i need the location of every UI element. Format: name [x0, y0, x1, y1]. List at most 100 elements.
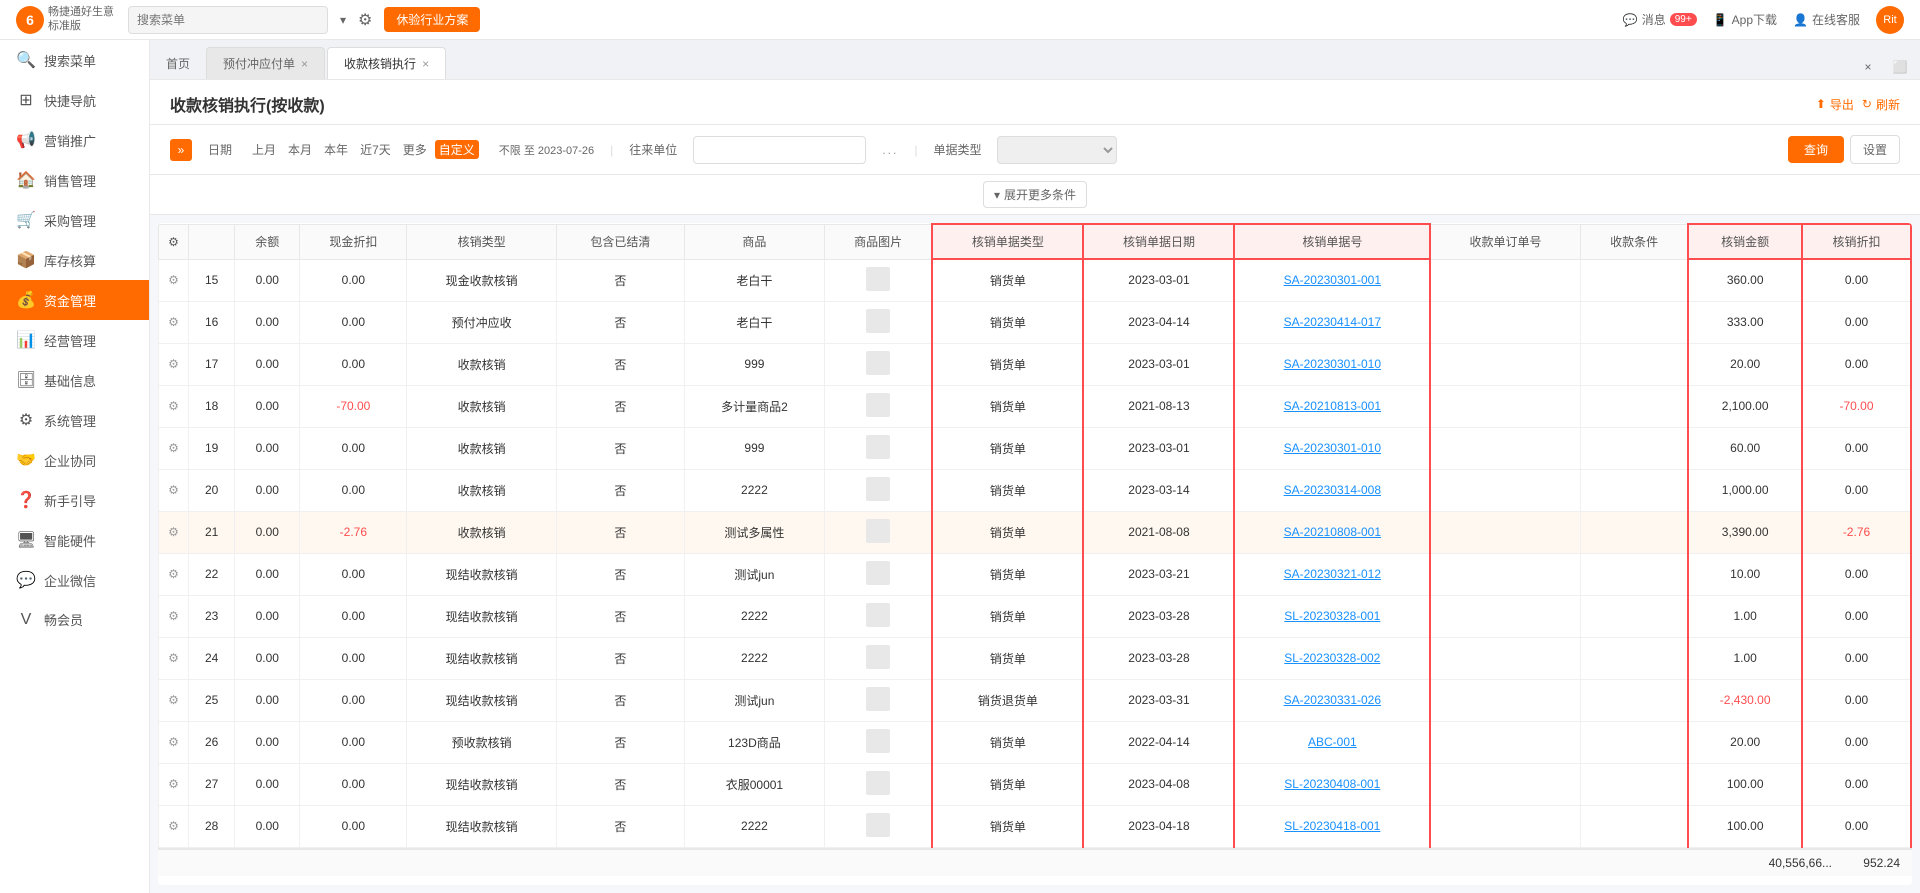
top-search-box[interactable]	[128, 6, 328, 34]
row-settings-icon[interactable]: ⚙	[168, 525, 179, 539]
tab-prepay[interactable]: 预付冲应付单 ×	[206, 47, 325, 79]
bill-no-link[interactable]: SL-20230418-001	[1284, 819, 1380, 833]
date-more[interactable]: 更多	[399, 139, 431, 160]
bill-no-link[interactable]: SA-20210808-001	[1284, 525, 1381, 539]
row-settings-icon[interactable]: ⚙	[168, 819, 179, 833]
user-avatar[interactable]: Rit	[1876, 6, 1904, 34]
industry-btn[interactable]: 休验行业方案	[384, 7, 480, 32]
message-btn[interactable]: 💬 消息 99+	[1623, 11, 1697, 28]
date-custom[interactable]: 自定义	[435, 140, 479, 159]
search-input[interactable]	[137, 13, 319, 27]
cell-cancel-bill-no: ABC-001	[1234, 721, 1430, 763]
sidebar-item-guide[interactable]: ❓ 新手引导	[0, 480, 149, 520]
cell-goods-image	[824, 679, 932, 721]
bill-no-link[interactable]: SA-20230301-010	[1284, 441, 1381, 455]
cell-settings[interactable]: ⚙	[159, 805, 189, 847]
sidebar-item-operations[interactable]: 📊 经营管理	[0, 320, 149, 360]
cell-cancel-amount: 1.00	[1688, 637, 1802, 679]
cell-settings[interactable]: ⚙	[159, 469, 189, 511]
row-settings-icon[interactable]: ⚙	[168, 735, 179, 749]
total-cancel-discount: 952.24	[1840, 856, 1900, 870]
table-row: ⚙ 25 0.00 0.00 现结收款核销 否 测试jun 销货退货单 2023…	[159, 679, 1912, 721]
row-settings-icon[interactable]: ⚙	[168, 357, 179, 371]
bill-no-link[interactable]: SA-20230321-012	[1284, 567, 1381, 581]
sidebar-item-basic[interactable]: 🗄 基础信息	[0, 360, 149, 400]
bill-no-link[interactable]: SL-20230408-001	[1284, 777, 1380, 791]
cell-cancel-type: 收款核销	[407, 511, 556, 553]
cell-settings[interactable]: ⚙	[159, 343, 189, 385]
refresh-btn[interactable]: ↻ 刷新	[1862, 96, 1900, 113]
export-btn[interactable]: ⬆ 导出	[1816, 96, 1854, 113]
bill-no-link[interactable]: SA-20230301-010	[1284, 357, 1381, 371]
cell-settings[interactable]: ⚙	[159, 427, 189, 469]
app-download-btn[interactable]: 📱 App下载	[1713, 11, 1777, 28]
bill-no-link[interactable]: SA-20210813-001	[1284, 399, 1381, 413]
dropdown-arrow[interactable]: ▾	[340, 13, 346, 27]
bill-type-label: 单据类型	[933, 141, 981, 158]
bill-no-link[interactable]: SA-20230314-008	[1284, 483, 1381, 497]
cell-cancel-bill-date: 2023-04-08	[1083, 763, 1234, 805]
tab-home[interactable]: 首页	[150, 47, 206, 79]
filter-toggle-btn[interactable]: »	[170, 139, 192, 161]
date-this-month[interactable]: 本月	[284, 139, 316, 160]
row-settings-icon[interactable]: ⚙	[168, 315, 179, 329]
bill-no-link[interactable]: SA-20230301-001	[1284, 273, 1381, 287]
bill-no-link[interactable]: SA-20230331-026	[1284, 693, 1381, 707]
cell-settings[interactable]: ⚙	[159, 511, 189, 553]
tab-receipt-cancel[interactable]: 收款核销执行 ×	[327, 47, 446, 79]
th-settings: ⚙	[159, 224, 189, 259]
sidebar-item-search[interactable]: 🔍 搜索菜单	[0, 40, 149, 80]
bill-no-link[interactable]: SA-20230414-017	[1284, 315, 1381, 329]
expand-more-btn[interactable]: ▾ 展开更多条件	[983, 181, 1087, 208]
row-settings-icon[interactable]: ⚙	[168, 693, 179, 707]
cell-settings[interactable]: ⚙	[159, 553, 189, 595]
cell-settings[interactable]: ⚙	[159, 637, 189, 679]
close-window-btn[interactable]: ×	[1856, 55, 1880, 79]
date-7days[interactable]: 近7天	[356, 139, 395, 160]
cell-settings[interactable]: ⚙	[159, 385, 189, 427]
sidebar-item-purchase[interactable]: 🛒 采购管理	[0, 200, 149, 240]
cell-settings[interactable]: ⚙	[159, 259, 189, 301]
row-settings-icon[interactable]: ⚙	[168, 273, 179, 287]
search-btn[interactable]: 查询	[1788, 136, 1844, 163]
row-settings-icon[interactable]: ⚙	[168, 567, 179, 581]
bill-no-link[interactable]: SL-20230328-002	[1284, 651, 1380, 665]
online-service-btn[interactable]: 👤 在线客服	[1793, 11, 1860, 28]
cell-settings[interactable]: ⚙	[159, 301, 189, 343]
sidebar-item-member[interactable]: V 畅会员	[0, 600, 149, 639]
sidebar-item-wechat[interactable]: 💬 企业微信	[0, 560, 149, 600]
bill-type-select[interactable]	[997, 136, 1117, 164]
cell-settings[interactable]: ⚙	[159, 679, 189, 721]
sidebar-item-marketing[interactable]: 📢 营销推广	[0, 120, 149, 160]
sidebar-item-inventory[interactable]: 📦 库存核算	[0, 240, 149, 280]
sidebar-item-quick-nav[interactable]: ⊞ 快捷导航	[0, 80, 149, 120]
counterparty-dots[interactable]: ...	[882, 143, 898, 157]
row-settings-icon[interactable]: ⚙	[168, 441, 179, 455]
row-settings-icon[interactable]: ⚙	[168, 777, 179, 791]
cell-goods-image	[824, 343, 932, 385]
row-settings-icon[interactable]: ⚙	[168, 399, 179, 413]
sidebar-item-sales[interactable]: 🏠 销售管理	[0, 160, 149, 200]
row-settings-icon[interactable]: ⚙	[168, 483, 179, 497]
expand-window-btn[interactable]: ⬜	[1888, 55, 1912, 79]
row-settings-icon[interactable]: ⚙	[168, 651, 179, 665]
bill-no-link[interactable]: SL-20230328-001	[1284, 609, 1380, 623]
tab-prepay-close[interactable]: ×	[301, 57, 308, 71]
sidebar-label-guide: 新手引导	[44, 491, 96, 510]
sidebar-item-finance[interactable]: 💰 资金管理	[0, 280, 149, 320]
counterparty-input[interactable]	[693, 136, 866, 164]
cell-balance: 0.00	[235, 301, 300, 343]
cell-settings[interactable]: ⚙	[159, 595, 189, 637]
sidebar-item-enterprise[interactable]: 🤝 企业协同	[0, 440, 149, 480]
bill-no-link[interactable]: ABC-001	[1308, 735, 1357, 749]
row-settings-icon[interactable]: ⚙	[168, 609, 179, 623]
gear-icon[interactable]: ⚙	[358, 10, 372, 30]
date-this-year[interactable]: 本年	[320, 139, 352, 160]
date-last-month[interactable]: 上月	[248, 139, 280, 160]
sidebar-item-system[interactable]: ⚙ 系统管理	[0, 400, 149, 440]
cell-settings[interactable]: ⚙	[159, 721, 189, 763]
cell-settings[interactable]: ⚙	[159, 763, 189, 805]
sidebar-item-hardware[interactable]: 🖥 智能硬件	[0, 520, 149, 560]
setting-btn[interactable]: 设置	[1850, 135, 1900, 164]
tab-receipt-cancel-close[interactable]: ×	[422, 57, 429, 71]
